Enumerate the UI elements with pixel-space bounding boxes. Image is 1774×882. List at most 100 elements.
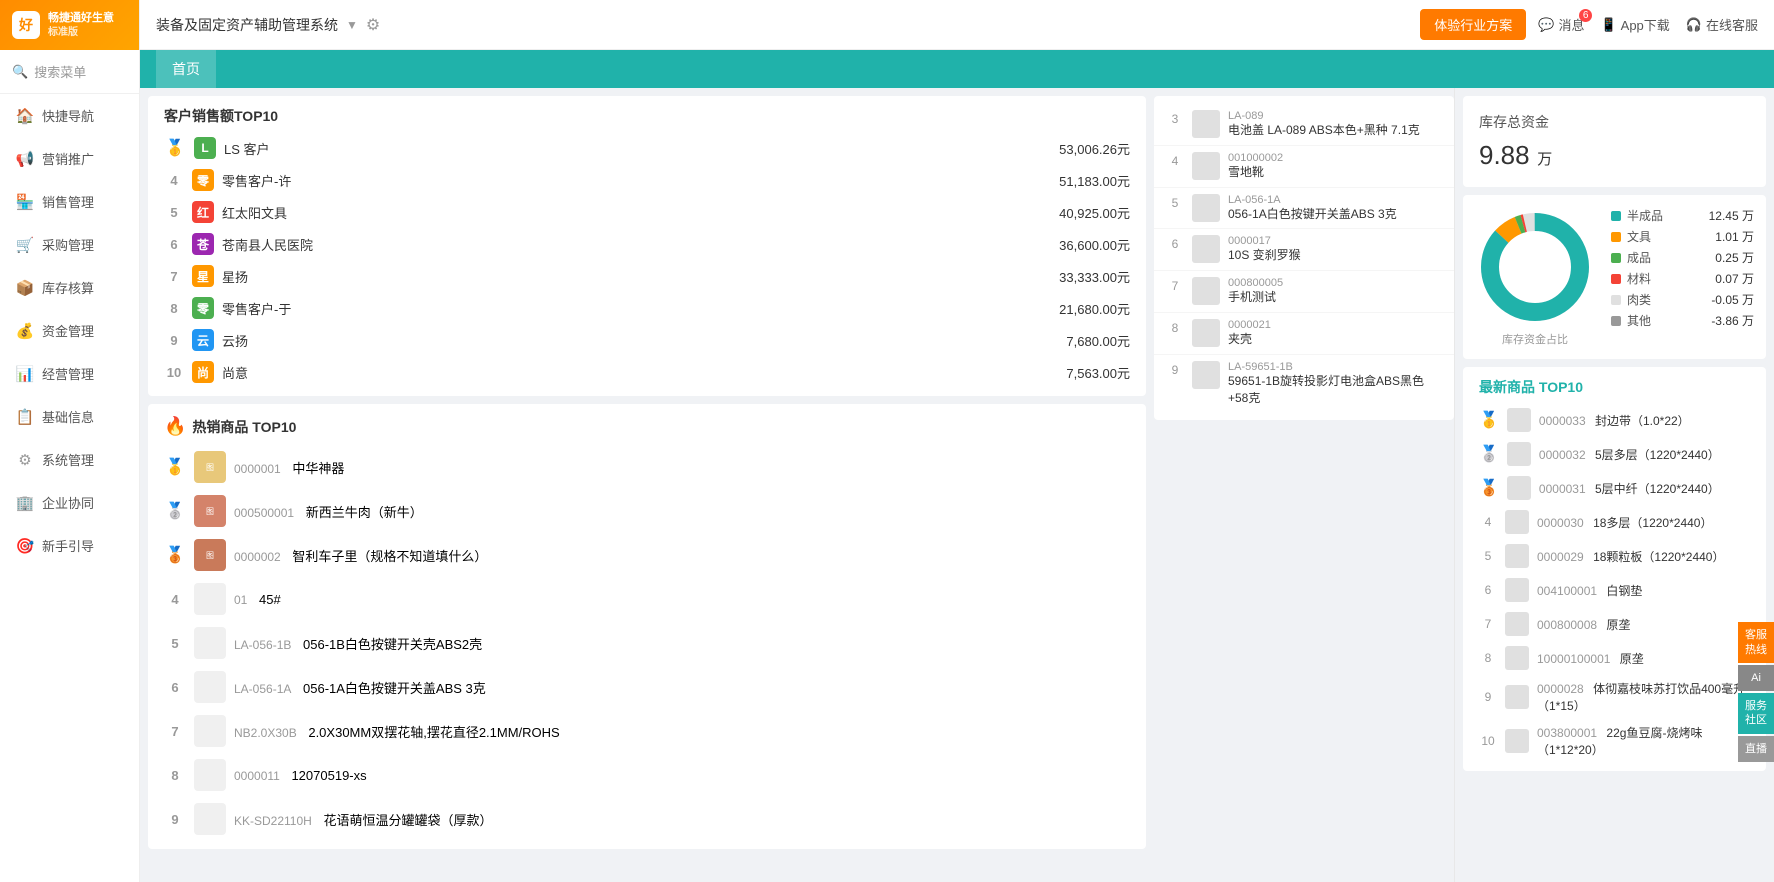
trial-button[interactable]: 体验行业方案 [1420,9,1526,40]
hot-products-title: 热销商品 TOP10 [192,417,296,437]
rank-number: 9 [1166,361,1184,377]
rank-number: 5 [164,636,186,651]
list-item[interactable]: 🥇 图 0000001 中华神器 [148,445,1146,489]
product-name: 056-1A白色按键开关盖ABS 3克 [1228,206,1442,223]
list-item[interactable]: 6 LA-056-1A 056-1A白色按键开关盖ABS 3克 [148,665,1146,709]
list-item[interactable]: 🥇 0000033 封边带（1.0*22） [1463,403,1766,437]
list-item[interactable]: 7 000800008 原垄 [1463,607,1766,641]
sidebar-item-operations[interactable]: 📊 经营管理 [0,352,139,395]
main-area: 装备及固定资产辅助管理系统 ▼ ⚙ 体验行业方案 💬 消息 6 📱 App下载 … [140,0,1774,882]
list-item[interactable]: 6 苍 苍南县人民医院 36,600.00元 [156,228,1138,260]
list-item[interactable]: 7 000800005 手机测试 [1154,271,1454,313]
list-item[interactable]: 🥉 0000031 5层中纤（1220*2440） [1463,471,1766,505]
tab-home[interactable]: 首页 [156,50,216,88]
legend-name: 成品 [1627,249,1709,266]
list-item[interactable]: 8 零 零售客户-于 21,680.00元 [156,292,1138,324]
list-item[interactable]: 5 LA-056-1A 056-1A白色按键开关盖ABS 3克 [1154,188,1454,230]
legend-value: -3.86 万 [1711,312,1754,329]
list-item[interactable]: 🥈 图 000500001 新西兰牛肉（新牛） [148,489,1146,533]
list-item[interactable]: 🥉 图 0000002 智利车子里（规格不知道填什么） [148,533,1146,577]
product-info: 0000033 封边带（1.0*22） [1539,412,1750,429]
service-community-button[interactable]: 服务社区 [1738,693,1774,734]
list-item[interactable]: 8 0000021 夹壳 [1154,313,1454,355]
product-thumbnail [1192,277,1220,305]
gold-medal-icon: 🥇 [164,457,186,477]
list-item[interactable]: 🥈 0000032 5层多层（1220*2440） [1463,437,1766,471]
rank-number: 8 [1166,319,1184,335]
product-name: 白钢垫 [1606,584,1642,598]
rank-number: 7 [1479,617,1497,631]
product-info: 0000029 18颗粒板（1220*2440） [1537,548,1750,565]
list-item[interactable]: 4 001000002 雪地靴 [1154,146,1454,188]
list-item[interactable]: 5 红 红太阳文具 40,925.00元 [156,196,1138,228]
product-code: NB2.0X30B [234,726,297,740]
app-download-button[interactable]: 📱 App下载 [1600,15,1669,34]
sidebar-item-quick-nav[interactable]: 🏠 快捷导航 [0,94,139,137]
sidebar-item-basics[interactable]: 📋 基础信息 [0,395,139,438]
online-service-button[interactable]: 🎧 在线客服 [1686,15,1758,34]
product-name: 056-1A白色按键开关盖ABS 3克 [303,681,486,696]
product-info: 10000100001 原垄 [1537,650,1750,667]
topbar-dropdown-icon[interactable]: ▼ [346,18,358,32]
product-info: 0000031 5层中纤（1220*2440） [1539,480,1750,497]
inventory-amount-display: 9.88 万 [1479,140,1750,171]
list-item[interactable]: 3 LA-089 电池盖 LA-089 ABS本色+黑种 7.1克 [1154,104,1454,146]
customer-name: 零售客户-许 [222,171,1051,190]
list-item[interactable]: 8 0000011 12070519-xs [148,753,1146,797]
list-item[interactable]: 6 0000017 10S 变刹罗猴 [1154,229,1454,271]
legend-item-other: 其他 -3.86 万 [1611,312,1754,329]
sidebar-item-inventory[interactable]: 📦 库存核算 [0,266,139,309]
phone-icon: 📱 [1600,17,1616,33]
topbar-gear-icon[interactable]: ⚙ [366,15,380,35]
product-code: 0000002 [234,550,281,564]
product-thumbnail [1505,729,1529,753]
sidebar-item-sales[interactable]: 🏪 销售管理 [0,180,139,223]
list-item[interactable]: 10 003800001 22g鱼豆腐-烧烤味（1*12*20） [1463,719,1766,763]
ai-button[interactable]: Ai [1738,665,1774,691]
product-thumbnail [194,759,226,791]
list-item[interactable]: 8 10000100001 原垄 [1463,641,1766,675]
customer-badge: 红 [192,201,214,223]
product-detail: 0000021 夹壳 [1228,319,1442,348]
product-info: 0000028 体彻嘉枝味苏打饮品400毫升（1*15） [1537,680,1750,714]
bronze-medal-icon: 🥉 [1479,478,1499,498]
list-item[interactable]: 4 01 45# [148,577,1146,621]
list-item[interactable]: 9 云 云扬 7,680.00元 [156,324,1138,356]
product-name: 夹壳 [1228,331,1442,348]
list-item[interactable]: 9 KK-SD22110H 花语萌恒温分罐罐袋（厚款） [148,797,1146,841]
customer-badge: L [194,137,216,159]
legend-item-stationery: 文具 1.01 万 [1611,228,1754,245]
list-item[interactable]: 5 0000029 18颗粒板（1220*2440） [1463,539,1766,573]
sidebar-item-purchase[interactable]: 🛒 采购管理 [0,223,139,266]
legend-value: 12.45 万 [1709,207,1754,224]
list-item[interactable]: 🥇 L LS 客户 53,006.26元 [156,132,1138,164]
rank-number: 10 [164,365,184,380]
sidebar-item-marketing[interactable]: 📢 营销推广 [0,137,139,180]
sidebar-item-finance[interactable]: 💰 资金管理 [0,309,139,352]
messages-button[interactable]: 💬 消息 6 [1538,15,1584,34]
sidebar-item-collab[interactable]: 🏢 企业协同 [0,481,139,524]
product-detail: 000800005 手机测试 [1228,277,1442,306]
list-item[interactable]: 6 004100001 白钢垫 [1463,573,1766,607]
live-button[interactable]: 直播 [1738,736,1774,762]
list-item[interactable]: 10 尚 尚意 7,563.00元 [156,356,1138,388]
rank-number: 9 [1479,690,1497,704]
list-item[interactable]: 4 零 零售客户-许 51,183.00元 [156,164,1138,196]
list-item[interactable]: 4 0000030 18多层（1220*2440） [1463,505,1766,539]
messages-badge: 6 [1579,9,1593,22]
list-item[interactable]: 9 0000028 体彻嘉枝味苏打饮品400毫升（1*15） [1463,675,1766,719]
inventory-unit: 万 [1537,151,1552,168]
sidebar-item-system[interactable]: ⚙ 系统管理 [0,438,139,481]
customer-hotline-button[interactable]: 客服热线 [1738,622,1774,663]
list-item[interactable]: 5 LA-056-1B 056-1B白色按键开关壳ABS2壳 [148,621,1146,665]
list-item[interactable]: 7 NB2.0X30B 2.0X30MM双摆花轴,摆花直径2.1MM/ROHS [148,709,1146,753]
product-thumbnail [1505,612,1529,636]
list-item[interactable]: 7 星 星扬 33,333.00元 [156,260,1138,292]
rank-number: 4 [1166,152,1184,168]
list-item[interactable]: 9 LA-59651-1B 59651-1B旋转投影灯电池盒ABS黑色+58克 [1154,355,1454,413]
product-code: 10000100001 [1537,652,1610,666]
product-name: 12070519-xs [291,768,366,783]
product-name: 18多层（1220*2440） [1593,516,1712,530]
sidebar-item-guide[interactable]: 🎯 新手引导 [0,524,139,567]
sidebar-search[interactable]: 🔍 搜索菜单 [0,50,139,94]
